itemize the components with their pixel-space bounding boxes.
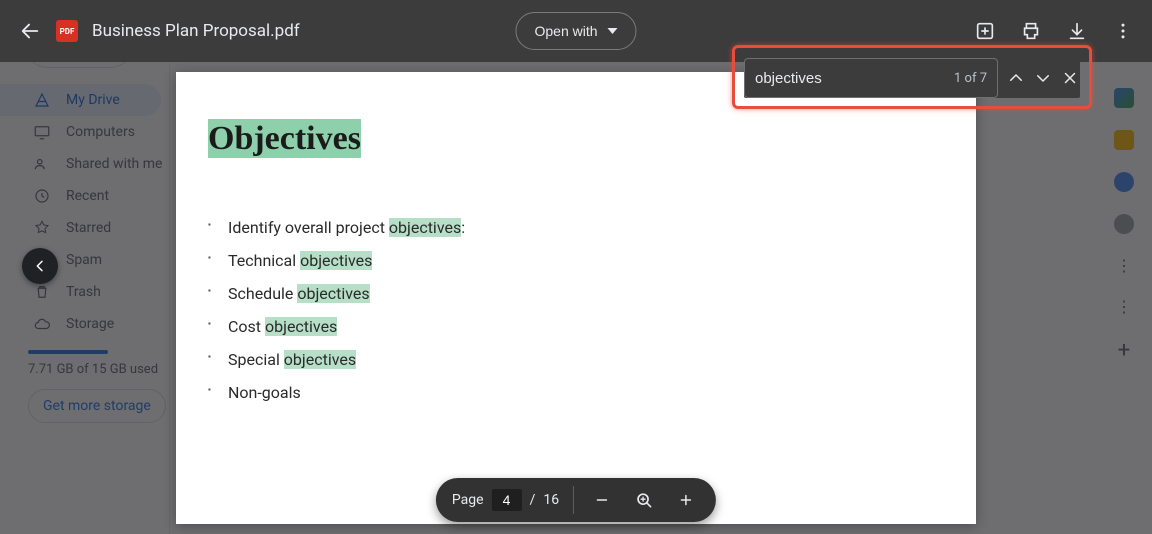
page-label: Page: [452, 492, 484, 508]
open-with-button[interactable]: Open with: [515, 12, 636, 50]
chevron-down-icon: [608, 28, 618, 34]
find-input[interactable]: [755, 70, 954, 87]
find-result-count: 1 of 7: [954, 71, 987, 86]
list-item: Cost objectives: [208, 317, 944, 336]
find-input-wrap: 1 of 7: [744, 58, 998, 98]
vertical-divider: [573, 486, 574, 514]
find-bar: 1 of 7: [744, 58, 1080, 98]
page-sep: /: [530, 492, 536, 508]
open-with-label: Open with: [534, 23, 597, 39]
list-item: Schedule objectives: [208, 284, 944, 303]
list-item: Special objectives: [208, 350, 944, 369]
page-total: 16: [543, 492, 559, 508]
list-item: Technical objectives: [208, 251, 944, 270]
bullet-list: Identify overall project objectives: Tec…: [208, 218, 944, 402]
page-controls: Page / 16: [436, 478, 716, 522]
find-close-button[interactable]: [1061, 61, 1080, 95]
pdf-file-icon: PDF: [56, 20, 78, 42]
page-number: Page / 16: [452, 489, 559, 511]
page-heading: Objectives: [208, 120, 361, 158]
collapse-sidebar-button[interactable]: [22, 248, 58, 284]
pdf-page: Objectives Identify overall project obje…: [176, 72, 976, 524]
zoom-in-button[interactable]: [672, 486, 700, 514]
viewer-topbar: PDF Business Plan Proposal.pdf Open with: [0, 0, 1152, 62]
page-number-input[interactable]: [492, 489, 522, 511]
download-icon[interactable]: [1066, 20, 1088, 42]
more-options-icon[interactable]: [1112, 20, 1134, 42]
find-next-button[interactable]: [1033, 61, 1052, 95]
back-arrow-icon[interactable]: [18, 19, 42, 43]
list-item: Non-goals: [208, 383, 944, 402]
print-icon[interactable]: [1020, 20, 1042, 42]
find-prev-button[interactable]: [1006, 61, 1025, 95]
list-item: Identify overall project objectives:: [208, 218, 944, 237]
zoom-reset-button[interactable]: [630, 486, 658, 514]
add-to-drive-icon[interactable]: [974, 20, 996, 42]
zoom-out-button[interactable]: [588, 486, 616, 514]
filename: Business Plan Proposal.pdf: [92, 21, 300, 41]
